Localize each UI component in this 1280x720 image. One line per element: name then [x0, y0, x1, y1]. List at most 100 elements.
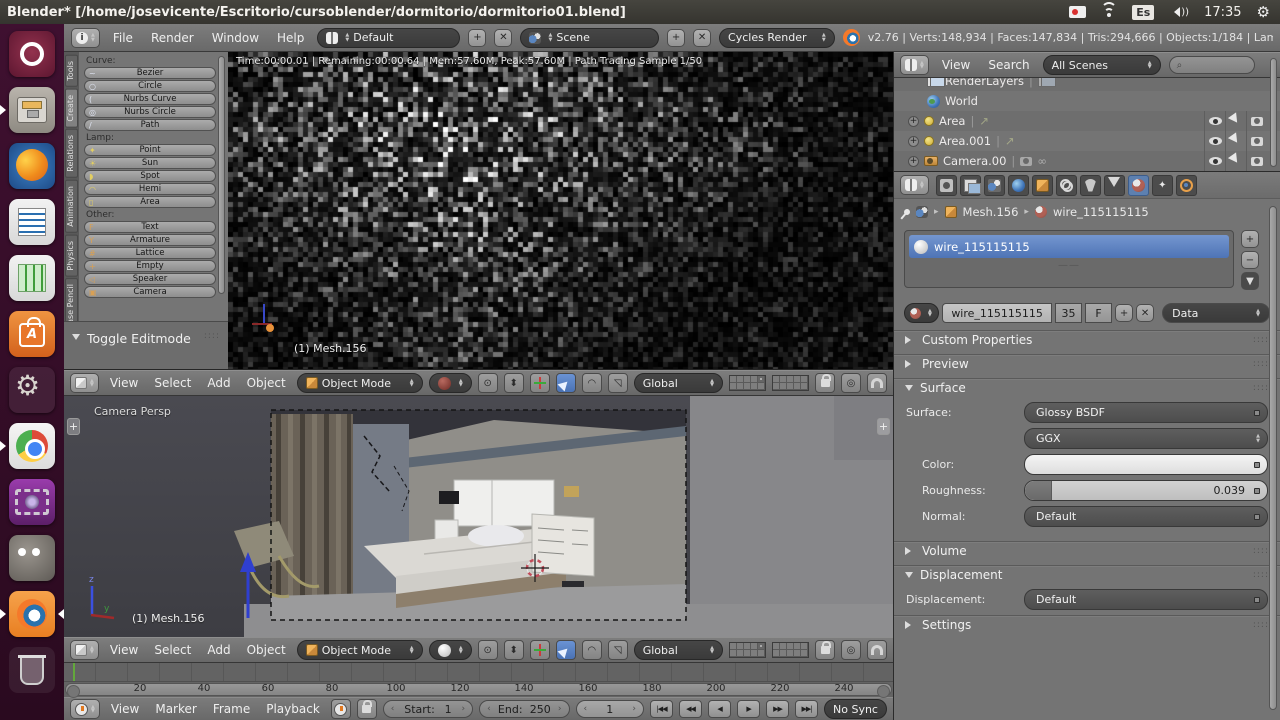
keyboard-layout-indicator[interactable]: Es	[1132, 5, 1154, 20]
tab-particles[interactable]: ✦	[1152, 175, 1173, 196]
menu-playback[interactable]: Playback	[261, 702, 325, 716]
snap-toggle-button[interactable]	[867, 640, 887, 660]
jump-to-start-button[interactable]: |◀◀	[650, 700, 673, 718]
layers-grid-1[interactable]	[729, 642, 766, 658]
menu-file[interactable]: File	[108, 31, 138, 45]
remove-slot-button[interactable]: −	[1241, 251, 1259, 269]
panel-preview[interactable]: Preview::::	[894, 354, 1280, 373]
layers-grid-1[interactable]	[729, 375, 766, 391]
add-screen-button[interactable]: +	[468, 29, 486, 47]
close-screen-button[interactable]: ✕	[494, 29, 512, 47]
node-socket-icon[interactable]	[1254, 514, 1260, 520]
add-nurbs-circle-button[interactable]: ◎ Nurbs Circle	[84, 106, 216, 118]
menu-object[interactable]: Object	[242, 643, 291, 657]
screen-record-icon[interactable]	[1069, 6, 1086, 18]
editor-type-button-properties[interactable]: ▲ ▼	[900, 175, 929, 195]
scene-lock-button[interactable]	[815, 373, 835, 393]
outliner-row-world[interactable]: World	[894, 91, 1280, 111]
tab-material[interactable]	[1128, 175, 1149, 196]
menu-object[interactable]: Object	[242, 376, 291, 390]
mode-selector[interactable]: Object Mode ▲ ▼	[297, 373, 423, 393]
tab-render-layers[interactable]	[960, 175, 981, 196]
outliner-row-area[interactable]: + Area | ↗	[894, 111, 1280, 131]
menu-view[interactable]: View	[937, 58, 975, 72]
add-nurbs-curve-button[interactable]: (Nurbs Curve	[84, 93, 216, 105]
surface-shader-selector[interactable]: Glossy BSDF	[1024, 402, 1268, 423]
transform-axes-button[interactable]	[530, 373, 550, 393]
menu-select[interactable]: Select	[149, 376, 196, 390]
tab-render[interactable]	[936, 175, 957, 196]
open-toolshelf-handle[interactable]: +	[67, 418, 80, 435]
layers-grid-2[interactable]	[772, 375, 809, 391]
displacement-selector[interactable]: Default	[1024, 589, 1268, 610]
transform-axes-button[interactable]	[530, 640, 550, 660]
wifi-icon[interactable]	[1101, 7, 1117, 18]
launcher-files[interactable]	[9, 87, 55, 133]
panel-surface[interactable]: Surface::::	[894, 378, 1280, 397]
launcher-gimp[interactable]	[9, 535, 55, 581]
launcher-blender[interactable]	[9, 591, 55, 637]
launcher-firefox[interactable]	[9, 143, 55, 189]
menu-select[interactable]: Select	[149, 643, 196, 657]
editor-type-button-3dview[interactable]: ▲ ▼	[70, 373, 99, 393]
panel-settings[interactable]: Settings::::	[894, 615, 1280, 634]
editor-type-button-outliner[interactable]: ▲ ▼	[900, 55, 929, 75]
add-speaker-button[interactable]: ◁ Speaker	[84, 273, 216, 285]
previous-keyframe-button[interactable]: ◀◀	[679, 700, 702, 718]
rotate-manipulator-button[interactable]: ◠	[582, 640, 602, 660]
node-socket-icon[interactable]	[1254, 488, 1260, 494]
unlink-material-button[interactable]: ✕	[1136, 304, 1154, 322]
visibility-toggle[interactable]	[1204, 151, 1225, 171]
panel-displacement[interactable]: Displacement::::	[894, 565, 1280, 584]
lock-frame-button[interactable]	[357, 699, 377, 719]
camera-viewport[interactable]: z y Camera Persp (1) Mesh.156 + +	[64, 396, 893, 637]
expand-icon[interactable]: +	[908, 136, 919, 147]
menu-window[interactable]: Window	[207, 31, 264, 45]
scene-selector[interactable]: ▲ ▼ Scene	[520, 28, 659, 48]
current-frame-field[interactable]: ‹ 1 ›	[576, 700, 645, 718]
users-count-button[interactable]: 35	[1055, 303, 1082, 323]
menu-add[interactable]: Add	[202, 643, 235, 657]
end-frame-field[interactable]: ‹ End: 250 ›	[479, 700, 569, 718]
selectability-toggle[interactable]	[1225, 131, 1246, 151]
outliner-row-camera00[interactable]: + Camera.00 | ∞	[894, 151, 1280, 171]
close-scene-button[interactable]: ✕	[693, 29, 711, 47]
manipulator-toggle-button[interactable]: ⬍	[504, 373, 524, 393]
tab-animation[interactable]: Animation	[65, 180, 78, 233]
last-operator-panel[interactable]: Toggle Editmode ::::	[64, 321, 228, 369]
selectability-toggle[interactable]	[1225, 151, 1246, 171]
renderability-toggle[interactable]	[1246, 111, 1267, 131]
selectability-toggle[interactable]	[1225, 111, 1246, 131]
menu-view[interactable]: View	[105, 643, 143, 657]
search-input[interactable]: ⌕	[1169, 56, 1255, 74]
slot-specials-button[interactable]: ▼	[1241, 272, 1259, 290]
tab-relations[interactable]: Relations	[65, 129, 78, 178]
editor-type-button-3dview[interactable]: ▲ ▼	[70, 640, 99, 660]
tab-create[interactable]: Create	[65, 89, 78, 128]
pivot-point-button[interactable]: ⊙	[478, 373, 498, 393]
browse-material-button[interactable]: ▲ ▼	[904, 303, 939, 323]
menu-view[interactable]: View	[105, 376, 143, 390]
launcher-libreoffice-writer[interactable]	[9, 199, 55, 245]
clock[interactable]: 17:35	[1204, 5, 1241, 20]
tab-world[interactable]	[1008, 175, 1029, 196]
link-mode-selector[interactable]: Data ▲ ▼	[1162, 303, 1270, 323]
pivot-point-button[interactable]: ⊙	[478, 640, 498, 660]
play-reverse-button[interactable]: ◀	[708, 700, 731, 718]
expand-icon[interactable]: +	[908, 116, 919, 127]
timeline-scrollbar[interactable]: 20 40 60 80 100 120 140 160 180 200 220 …	[64, 682, 893, 697]
renderability-toggle[interactable]	[1246, 151, 1267, 171]
preview-range-button[interactable]	[331, 699, 351, 719]
launcher-trash[interactable]	[9, 647, 55, 693]
screen-layout-selector[interactable]: ▲ ▼ Default	[317, 28, 460, 48]
properties-scrollbar[interactable]	[1269, 206, 1277, 710]
add-point-lamp-button[interactable]: ✦ Point	[84, 144, 216, 156]
launcher-chrome[interactable]	[9, 423, 55, 469]
scale-manipulator-button[interactable]: ◹	[608, 640, 628, 660]
rotate-manipulator-button[interactable]: ◠	[582, 373, 602, 393]
breadcrumb-material[interactable]: wire_115115115	[1053, 205, 1149, 219]
launcher-libreoffice-calc[interactable]	[9, 255, 55, 301]
start-frame-field[interactable]: ‹ Start: 1 ›	[383, 700, 473, 718]
launcher-software-center[interactable]	[9, 311, 55, 357]
menu-search[interactable]: Search	[983, 58, 1034, 72]
